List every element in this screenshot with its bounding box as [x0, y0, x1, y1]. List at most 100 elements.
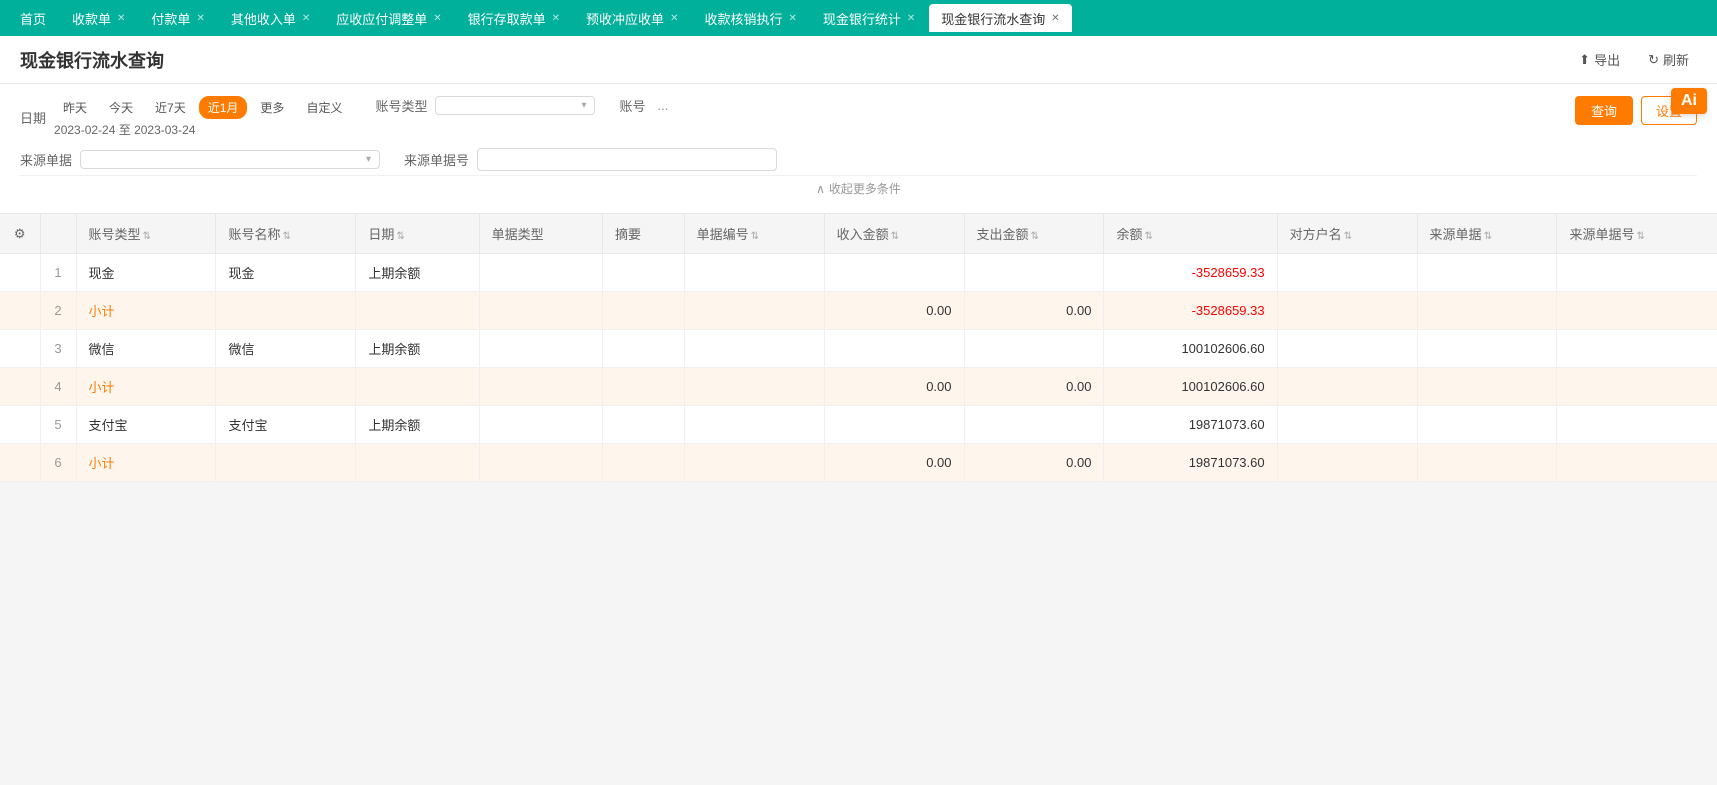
nav-tab-tab-yinhangcunqu[interactable]: 银行存取款单✕	[456, 4, 572, 32]
td-sourcedoc	[1417, 254, 1557, 292]
gear-icon: ⚙	[14, 226, 26, 241]
col-header-col-accountname[interactable]: 账号名称⇅	[216, 214, 356, 254]
nav-tab-tab-liushuichaxun[interactable]: 现金银行流水查询✕	[929, 4, 1071, 32]
close-icon[interactable]: ✕	[117, 13, 125, 24]
nav-tab-tab-yushouhexiao[interactable]: 预收冲应收单✕	[574, 4, 690, 32]
col-header-col-accounttype[interactable]: 账号类型⇅	[76, 214, 216, 254]
col-header-col-date[interactable]: 日期⇅	[356, 214, 479, 254]
td-date: 上期余额	[356, 330, 479, 368]
td-summary	[602, 254, 684, 292]
col-header-col-doctype: 单据类型	[479, 214, 602, 254]
refresh-icon: ↻	[1648, 52, 1659, 68]
td-docno	[684, 292, 824, 330]
close-icon[interactable]: ✕	[670, 13, 678, 24]
nav-tab-tab-qitashouru[interactable]: 其他收入单✕	[219, 4, 322, 32]
date-filter-group: 日期 昨天今天近7天近1月更多自定义 2023-02-24 至 2023-03-…	[20, 96, 351, 138]
col-label: 摘要	[615, 227, 641, 242]
nav-tab-tab-xianjinyinhang[interactable]: 现金银行统计✕	[811, 4, 927, 32]
sort-icon: ⇅	[1144, 231, 1152, 242]
col-header-col-balance[interactable]: 余额⇅	[1104, 214, 1277, 254]
close-icon[interactable]: ✕	[196, 13, 204, 24]
date-filter-block: 昨天今天近7天近1月更多自定义 2023-02-24 至 2023-03-24	[54, 96, 351, 138]
source-doc-select[interactable]: ▾	[80, 150, 380, 169]
col-settings-gear[interactable]: ⚙	[0, 214, 40, 254]
date-btn-更多[interactable]: 更多	[251, 96, 293, 119]
sort-icon: ⇅	[751, 231, 759, 242]
source-doc-no-input[interactable]	[477, 148, 777, 171]
table-header-row: ⚙账号类型⇅账号名称⇅日期⇅单据类型摘要单据编号⇅收入金额⇅支出金额⇅余额⇅对方…	[0, 214, 1717, 254]
td-rownum: 5	[40, 406, 76, 444]
td-sourcedocno	[1557, 254, 1717, 292]
chevron-down-icon: ▾	[581, 100, 586, 111]
td-rownum: 3	[40, 330, 76, 368]
page-title: 现金银行流水查询	[20, 47, 164, 73]
td-accountname: 支付宝	[216, 406, 356, 444]
col-header-col-income[interactable]: 收入金额⇅	[824, 214, 964, 254]
td-accounttype: 小计	[76, 292, 216, 330]
td-doctype	[479, 292, 602, 330]
sort-icon: ⇅	[1031, 231, 1039, 242]
tab-label: 应收应付调整单	[336, 9, 427, 28]
col-header-col-sourcedoc[interactable]: 来源单据⇅	[1417, 214, 1557, 254]
close-icon[interactable]: ✕	[433, 13, 441, 24]
close-icon[interactable]: ✕	[1051, 13, 1059, 24]
td-sourcedocno	[1557, 330, 1717, 368]
col-label: 收入金额	[837, 227, 889, 242]
date-btn-今天[interactable]: 今天	[100, 96, 142, 119]
td-accountname: 微信	[216, 330, 356, 368]
td-balance: 19871073.60	[1104, 406, 1277, 444]
nav-tab-tab-yingshoudiaozheng[interactable]: 应收应付调整单 ✕	[324, 4, 453, 32]
close-icon[interactable]: ✕	[552, 13, 560, 24]
col-header-col-sourcedocno[interactable]: 来源单据号⇅	[1557, 214, 1717, 254]
td-counterparty	[1277, 330, 1417, 368]
close-icon[interactable]: ✕	[302, 13, 310, 24]
td-date: 上期余额	[356, 254, 479, 292]
export-label: 导出	[1594, 50, 1620, 69]
chevron-down-icon2: ▾	[366, 154, 371, 165]
tab-label: 付款单	[151, 9, 190, 28]
nav-tab-tab-fukuandan[interactable]: 付款单 ✕	[139, 4, 216, 32]
source-doc-label: 来源单据	[20, 150, 72, 169]
td-counterparty	[1277, 368, 1417, 406]
date-btn-昨天[interactable]: 昨天	[54, 96, 96, 119]
table-row: 4小计0.000.00100102606.60	[0, 368, 1717, 406]
collapse-label: 收起更多条件	[829, 180, 901, 197]
td-expense	[964, 406, 1104, 444]
tab-label: 收款单	[72, 9, 111, 28]
close-icon[interactable]: ✕	[907, 13, 915, 24]
date-btn-近7天[interactable]: 近7天	[146, 96, 195, 119]
td-doctype	[479, 406, 602, 444]
td-sourcedoc	[1417, 368, 1557, 406]
date-btn-近1月[interactable]: 近1月	[199, 96, 248, 119]
nav-tab-tab-shoukuandan[interactable]: 收款单 ✕	[60, 4, 137, 32]
col-header-col-expense[interactable]: 支出金额⇅	[964, 214, 1104, 254]
td-balance: 19871073.60	[1104, 444, 1277, 482]
table-row: 3微信微信上期余额100102606.60	[0, 330, 1717, 368]
td-expense	[964, 330, 1104, 368]
account-more-button[interactable]: ...	[653, 96, 672, 115]
date-filter-label: 日期	[20, 108, 46, 127]
col-header-col-counterparty[interactable]: 对方户名⇅	[1277, 214, 1417, 254]
search-button[interactable]: 查询	[1575, 96, 1633, 125]
sort-icon: ⇅	[1484, 231, 1492, 242]
table-row: 5支付宝支付宝上期余额19871073.60	[0, 406, 1717, 444]
nav-tab-tab-shoukuanhexiao[interactable]: 收款核销执行 ✕	[692, 4, 808, 32]
ai-badge[interactable]: Ai	[1671, 88, 1707, 114]
refresh-button[interactable]: ↻ 刷新	[1640, 46, 1697, 73]
export-button[interactable]: ⬆ 导出	[1571, 46, 1628, 73]
data-table: ⚙账号类型⇅账号名称⇅日期⇅单据类型摘要单据编号⇅收入金额⇅支出金额⇅余额⇅对方…	[0, 214, 1717, 482]
col-header-col-docno[interactable]: 单据编号⇅	[684, 214, 824, 254]
date-btn-自定义[interactable]: 自定义	[297, 96, 351, 119]
nav-tab-home[interactable]: 首页	[8, 4, 58, 32]
account-label: 账号	[619, 96, 645, 115]
td-expense: 0.00	[964, 292, 1104, 330]
col-label: 日期	[368, 227, 394, 242]
close-icon[interactable]: ✕	[788, 13, 796, 24]
td-counterparty	[1277, 254, 1417, 292]
account-type-select[interactable]: ▾	[435, 96, 595, 115]
collapse-button[interactable]: ∧ 收起更多条件	[20, 175, 1697, 201]
td-gear	[0, 292, 40, 330]
td-date	[356, 444, 479, 482]
home-label: 首页	[20, 9, 46, 28]
tab-label: 收款核销执行	[704, 9, 782, 28]
